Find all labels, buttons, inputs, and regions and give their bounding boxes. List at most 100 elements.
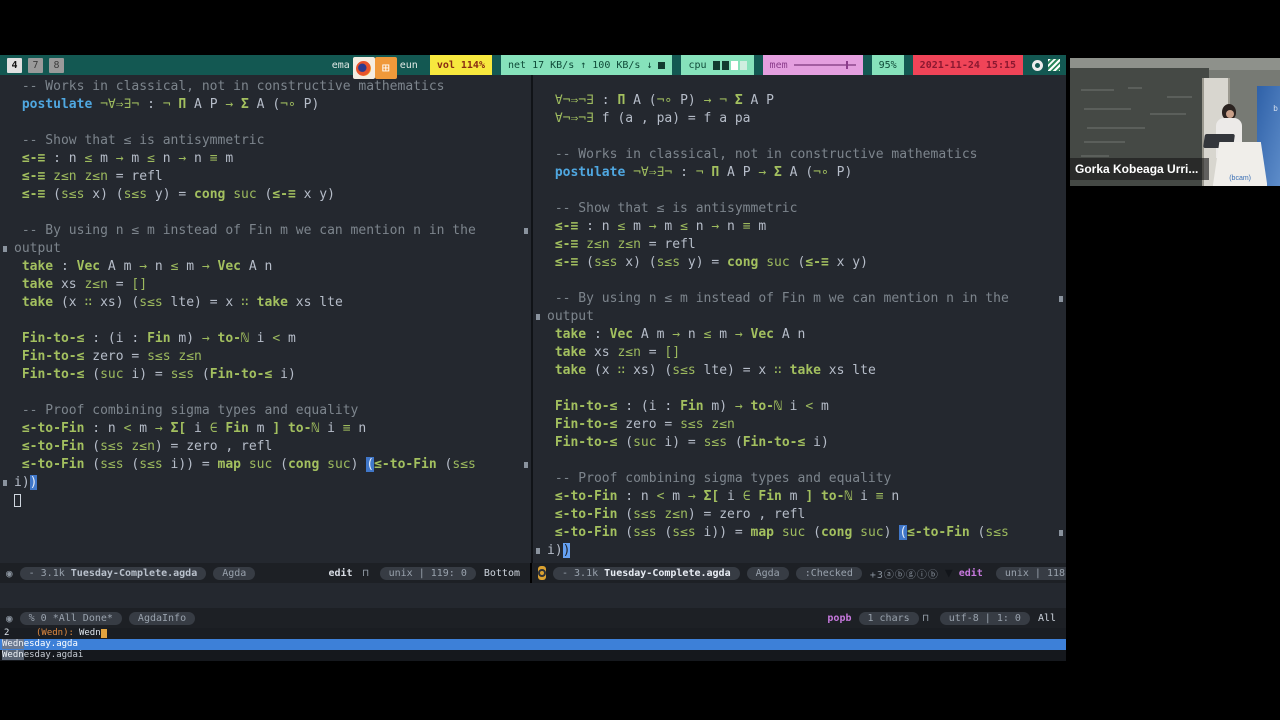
line-continuation-icon (536, 314, 540, 320)
buffer-name[interactable]: % 0 *All Done* (19, 611, 122, 625)
stripes-tray-icon[interactable] (1048, 59, 1060, 71)
major-mode[interactable]: Agda (746, 566, 789, 580)
scroll-position: Bottom (483, 567, 520, 579)
workspace-7[interactable]: 7 (28, 57, 43, 73)
code-pane-right[interactable]: ∀¬⇒¬∃ : Π A (¬∘ P) → ¬ Σ A P ∀¬⇒¬∃ f (a … (531, 75, 1066, 563)
memory-indicator: mem (762, 55, 863, 75)
inactive-cursor (14, 494, 21, 507)
popb-indicator: popb (827, 612, 852, 624)
buffer-name[interactable]: - 3.1k Tuesday-Complete.agda (553, 566, 740, 580)
encoding-position: unix | 119: 0 (379, 566, 476, 580)
completion-item[interactable]: Wednesday.agdai (0, 650, 1066, 661)
active-window-icon (538, 566, 546, 580)
code-line: take xs z≤n = [] (21, 277, 148, 292)
minibuffer[interactable]: 2 (Wedn): Wedn (0, 628, 1066, 639)
completion-item[interactable]: Wednesday.agda (0, 639, 1066, 650)
code-line: Fin-to-≤ zero = s≤s z≤n (21, 349, 202, 364)
line-continuation-icon (3, 480, 7, 486)
code-line: ∀¬⇒¬∃ f (a , pa) = f a pa (554, 111, 751, 126)
encoding-position: unix | 118:63 (995, 566, 1066, 580)
cpu-blocks (712, 60, 747, 70)
workspace-8[interactable]: 8 (49, 57, 64, 73)
indent-glyph: ⊓ (362, 567, 369, 579)
memory-label: mem (769, 59, 788, 71)
code-line: postulate ¬∀⇒∃¬ : ¬ Π A P → Σ A (¬∘ P) (21, 97, 320, 112)
buffer-name[interactable]: - 3.1k Tuesday-Complete.agda (19, 566, 207, 580)
volume-indicator[interactable]: vol 114% (429, 55, 492, 75)
code-line: ≤-to-Fin : n < m → Σ[ i ∈ Fin m ] to-ℕ i… (554, 489, 900, 504)
code-line: -- By using n ≤ m instead of Fin m we ca… (14, 222, 531, 240)
text-cursor (100, 629, 107, 638)
network-block-icon (658, 61, 666, 69)
code-line: ∀¬⇒¬∃ : Π A (¬∘ P) → ¬ Σ A P (554, 93, 775, 108)
separator-triangle-icon: ▼ (944, 565, 953, 581)
buffer-size: - 3.1k (28, 567, 65, 579)
line-wrap-icon (1059, 296, 1063, 302)
code-line: take xs z≤n = [] (554, 345, 681, 360)
modeline-agda-info: ◉ % 0 *All Done* AgdaInfo popb 1 chars ⊓… (0, 608, 1066, 628)
code-line: ≤-to-Fin (s≤s z≤n) = zero , refl (554, 507, 806, 522)
candidate-count: 2 (4, 628, 10, 638)
cpu-block (712, 60, 720, 70)
code-line: Fin-to-≤ zero = s≤s z≤n (554, 417, 735, 432)
buffer-file: Tuesday-Complete.agda (70, 567, 198, 579)
cpu-block (721, 60, 729, 70)
modeline-right: - 3.1k Tuesday-Complete.agda Agda :Check… (532, 563, 1066, 583)
code-line: ≤-≡ (s≤s x) (s≤s y) = cong suc (≤-≡ x y) (554, 255, 868, 270)
code-line: Fin-to-≤ : (i : Fin m) → to-ℕ i < m (21, 331, 296, 346)
workspace-switcher: 478 (7, 57, 64, 73)
scroll-position: All (1037, 612, 1056, 624)
workspace-4[interactable]: 4 (7, 57, 22, 73)
code-line: -- Show that ≤ is antisymmetric (14, 133, 265, 148)
line-wrap-icon (1059, 530, 1063, 536)
tray-text-left: ema (331, 59, 350, 71)
tray-text-right: eun (399, 59, 418, 71)
minibuffer-input[interactable]: Wedn (79, 628, 101, 639)
code-line: take (x ∷ xs) (s≤s lte) = x ∷ take xs lt… (554, 363, 876, 378)
webcam-view: b (bcam) Gorka Kobeaga Urri... (1070, 58, 1280, 186)
code-line: take : Vec A m → n ≤ m → Vec A n (554, 327, 806, 342)
firefox-tray-icon[interactable] (352, 57, 375, 79)
code-line: take : Vec A m → n ≤ m → Vec A n (21, 259, 273, 274)
code-line: take (x ∷ xs) (s≤s lte) = x ∷ take xs lt… (21, 295, 343, 310)
code-line: -- By using n ≤ m instead of Fin m we ca… (547, 290, 1066, 308)
code-line: ≤-≡ : n ≤ m → m ≤ n → n ≡ m (554, 219, 767, 234)
code-line: ≤-≡ (s≤s x) (s≤s y) = cong suc (≤-≡ x y) (21, 187, 335, 202)
battery-indicator: 95% (871, 55, 904, 75)
major-mode[interactable]: AgdaInfo (128, 611, 196, 625)
network-text: net 17 KB/s ↑ 100 KB/s ↓ (507, 59, 653, 71)
podium: (bcam) (1212, 142, 1268, 186)
evil-state: edit (958, 567, 983, 579)
line-wrap-icon (524, 462, 528, 468)
code-line: ≤-to-Fin : n < m → Σ[ i ∈ Fin m ] to-ℕ i… (21, 421, 367, 436)
code-pane-left[interactable]: -- Works in classical, not in constructi… (0, 75, 531, 563)
camera-tray-icon[interactable] (1032, 59, 1043, 71)
cpu-label: cpu (688, 59, 707, 71)
line-wrap-icon (524, 228, 528, 234)
line-continuation-icon (536, 548, 540, 554)
encoding-position: utf-8 | 1: 0 (939, 611, 1030, 625)
memory-bar (793, 61, 856, 69)
code-line: ≤-≡ z≤n z≤n = refl (554, 237, 696, 252)
video-frame: 478 ema ⊞ eun vol 114% net 17 KB/s ↑ 100… (0, 0, 1280, 720)
presenter-name-caption: Gorka Kobeaga Urri... (1070, 158, 1209, 180)
banner-logo: b (1273, 104, 1278, 113)
plus-tray-icon[interactable]: ⊞ (374, 57, 397, 79)
buffer-state-icon: ◉ (6, 611, 13, 625)
agda-info-window[interactable] (0, 583, 1066, 608)
chars-count: 1 chars (858, 611, 919, 625)
cpu-block (739, 60, 747, 70)
code-line: ≤-≡ z≤n z≤n = refl (21, 169, 163, 184)
code-line: ≤-to-Fin (s≤s (s≤s i)) = map suc (cong s… (547, 524, 1066, 542)
network-indicator: net 17 KB/s ↑ 100 KB/s ↓ (500, 55, 673, 75)
major-mode[interactable]: Agda (213, 566, 256, 580)
code-line: -- Works in classical, not in constructi… (14, 79, 445, 94)
presenter-face (1225, 110, 1234, 118)
